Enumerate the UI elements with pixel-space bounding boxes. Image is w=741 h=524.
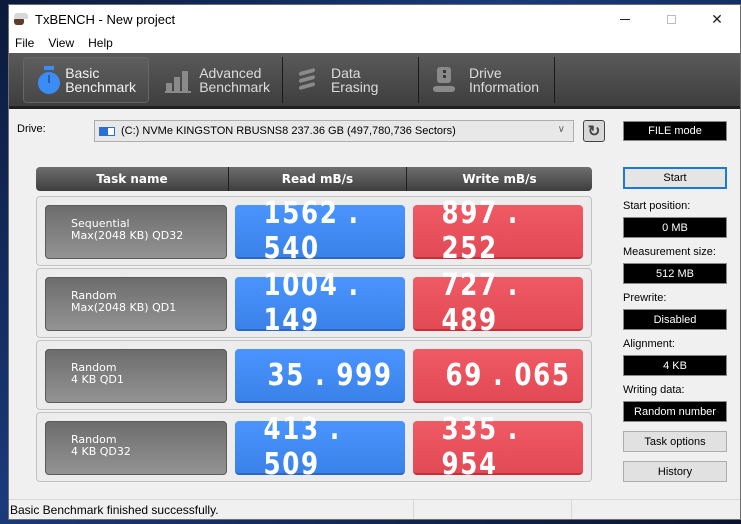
window-title: TxBENCH - New project [35,11,176,27]
alignment-label: Alignment: [623,338,675,350]
task-button[interactable]: Sequential Max(2048 KB) QD32 [45,205,227,259]
start-position-label: Start position: [623,200,691,212]
drive-selected-value: (C:) NVMe KINGSTON RBUSNS8 237.36 GB (49… [121,125,456,137]
app-window: TxBENCH - New project ✕ File View Help B… [8,4,741,520]
prewrite-label: Prewrite: [623,292,667,304]
tab-drive-information[interactable]: Drive Information [419,56,555,103]
result-row: Random Max(2048 KB) QD1 1004 . 149 727 . … [36,268,592,338]
write-value: 335 . 954 [413,412,583,482]
writing-data-label: Writing data: [623,384,685,396]
tab-label: Benchmark [65,78,136,95]
write-value: 897 . 252 [413,196,583,266]
tab-label: Benchmark [199,78,270,95]
tab-label: Advanced [199,64,262,81]
spring-icon [295,66,321,94]
read-value: 413 . 509 [235,412,405,482]
stopwatch-icon [36,65,60,94]
bar-chart-icon [165,66,191,94]
maximize-icon [666,14,676,24]
drive-label: Drive: [17,123,46,135]
disk-icon [99,125,117,137]
result-row: Random 4 KB QD32 413 . 509 335 . 954 [36,412,592,482]
tab-label: Basic [65,64,100,81]
tab-label: Data Erasing [330,64,379,95]
title-bar: TxBENCH - New project ✕ [9,5,740,33]
menu-view[interactable]: View [48,36,74,50]
task-line: Max(2048 KB) QD32 [71,229,184,242]
task-button[interactable]: Random 4 KB QD32 [45,421,227,475]
menu-help[interactable]: Help [88,36,113,50]
read-value: 35 . 999 [235,349,405,403]
alignment-value[interactable]: 4 KB [623,355,727,376]
measurement-size-label: Measurement size: [623,246,716,258]
close-button[interactable]: ✕ [694,5,740,33]
drive-select[interactable]: (C:) NVMe KINGSTON RBUSNS8 237.36 GB (49… [94,120,574,142]
history-button[interactable]: History [623,461,727,482]
close-icon: ✕ [711,10,723,27]
tab-label: Information [469,78,540,95]
tab-label: Drive [469,64,502,81]
read-value: 1562 . 540 [235,196,405,266]
chevron-down-icon: ∨ [557,124,565,135]
measurement-size-value[interactable]: 512 MB [623,263,727,284]
status-pane [414,500,572,519]
menu-file[interactable]: File [15,36,34,50]
start-button[interactable]: Start [623,167,727,189]
drive-info-icon [431,66,459,94]
task-line: Max(2048 KB) QD1 [71,301,177,314]
basic-benchmark-panel: Drive: (C:) NVMe KINGSTON RBUSNS8 237.36… [9,109,740,489]
header-read: Read mB/s [229,167,407,191]
writing-data-value[interactable]: Random number [623,401,727,422]
task-button[interactable]: Random 4 KB QD1 [45,349,227,403]
header-task-name: Task name [36,167,229,191]
prewrite-value[interactable]: Disabled [623,309,727,330]
read-value: 1004 . 149 [235,268,405,338]
header-write: Write mB/s [462,172,537,186]
write-value: 727 . 489 [413,268,583,338]
task-line: 4 KB QD32 [71,445,131,458]
results-header: Task name Read mB/s Write mB/s [36,167,592,191]
refresh-drive-button[interactable]: ↻ [583,120,605,142]
menu-bar: File View Help [9,33,740,53]
task-button[interactable]: Random Max(2048 KB) QD1 [45,277,227,331]
tab-data-erasing[interactable]: Data Erasing [283,56,419,103]
minimize-icon [620,18,630,20]
start-position-value[interactable]: 0 MB [623,217,727,238]
write-value: 69 . 065 [413,349,583,403]
refresh-icon: ↻ [587,123,601,140]
tab-advanced-benchmark[interactable]: Advanced Benchmark [153,56,283,103]
main-toolbar: Basic Benchmark Advanced Benchmark Data Er… [9,53,740,109]
maximize-button[interactable] [648,5,694,33]
task-options-button[interactable]: Task options [623,431,727,452]
tab-basic-benchmark[interactable]: Basic Benchmark [23,56,149,103]
result-row: Random 4 KB QD1 35 . 999 69 . 065 [36,340,592,410]
mode-indicator: FILE mode [623,121,727,141]
status-text: Basic Benchmark finished successfully. [9,500,414,519]
app-icon [13,12,29,26]
minimize-button[interactable] [602,5,648,33]
result-row: Sequential Max(2048 KB) QD32 1562 . 540 8… [36,196,592,266]
status-bar: Basic Benchmark finished successfully. [9,499,740,519]
task-line: 4 KB QD1 [71,373,124,386]
